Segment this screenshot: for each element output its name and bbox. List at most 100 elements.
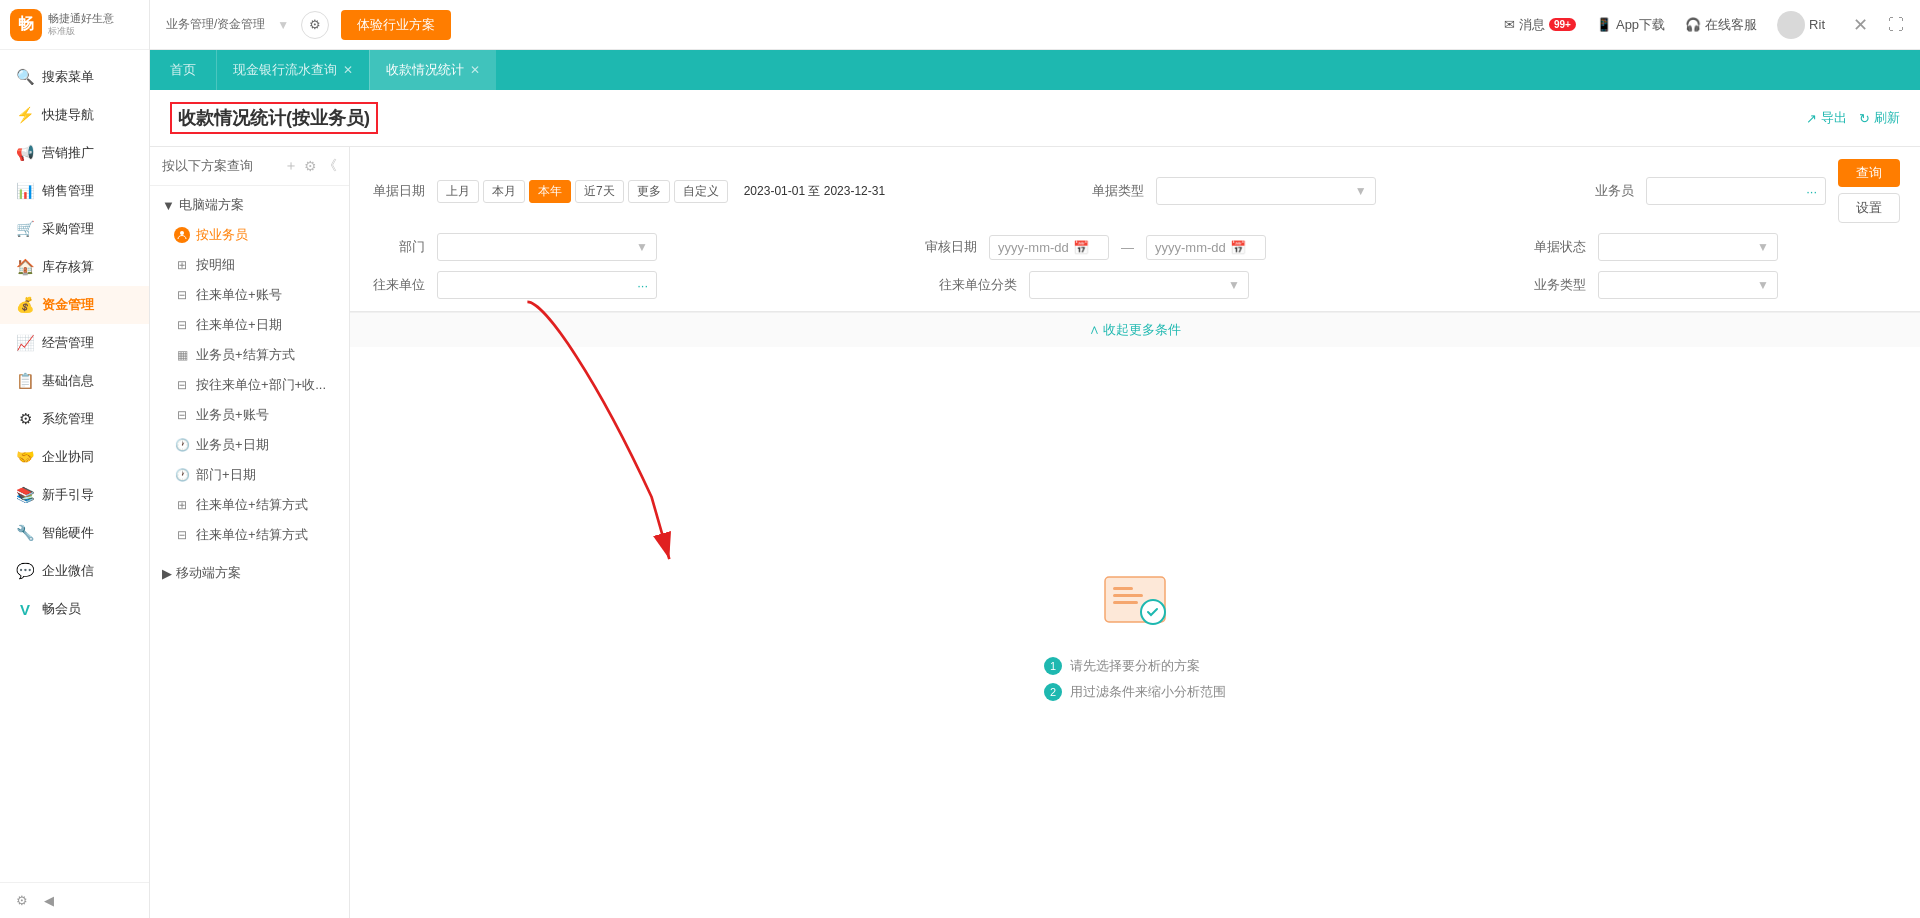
sidebar-item-member[interactable]: V 畅会员	[0, 590, 149, 628]
counterpart-date-icon: ⊟	[174, 317, 190, 333]
window-expand-button[interactable]: ⛶	[1888, 16, 1904, 34]
salesman-account-icon: ⊟	[174, 407, 190, 423]
salesman-settle-icon: ▦	[174, 347, 190, 363]
scheme-item-salesman-settle[interactable]: ▦ 业务员+结算方式	[150, 340, 349, 370]
sidebar-item-finance[interactable]: 💰 资金管理	[0, 286, 149, 324]
date-btn-last-month[interactable]: 上月	[437, 180, 479, 203]
sidebar-footer: ⚙ ◀	[0, 882, 149, 918]
trial-button[interactable]: 体验行业方案	[341, 10, 451, 40]
scheme-collapse-icon[interactable]: 《	[323, 157, 337, 175]
desktop-group-header[interactable]: ▼ 电脑端方案	[150, 190, 349, 220]
counterpart-dept-icon: ⊟	[174, 377, 190, 393]
sidebar-logo: 畅 畅捷通好生意 标准版	[0, 0, 149, 50]
biz-type-select[interactable]: ▼	[1598, 271, 1778, 299]
scheme-item-salesman-account[interactable]: ⊟ 业务员+账号	[150, 400, 349, 430]
sidebar-item-wechat[interactable]: 💬 企业微信	[0, 552, 149, 590]
counterpart-dots-icon: ···	[637, 278, 648, 293]
window-close-button[interactable]: ✕	[1853, 14, 1868, 36]
sidebar-item-sales[interactable]: 📊 销售管理	[0, 172, 149, 210]
audit-date-placeholder1: yyyy-mm-dd	[998, 240, 1069, 255]
tab-bank-flow[interactable]: 现金银行流水查询 ✕	[216, 50, 369, 90]
scheme-item-counterpart-settle1[interactable]: ⊞ 往来单位+结算方式	[150, 490, 349, 520]
scheme-item-counterpart-account[interactable]: ⊟ 往来单位+账号	[150, 280, 349, 310]
sidebar-item-basic-info[interactable]: 📋 基础信息	[0, 362, 149, 400]
bill-type-arrow-icon: ▼	[1355, 184, 1367, 198]
dept-arrow-icon: ▼	[636, 240, 648, 254]
export-button[interactable]: ↗ 导出	[1806, 109, 1847, 127]
empty-illustration	[1095, 557, 1175, 637]
query-button[interactable]: 查询	[1838, 159, 1900, 187]
user-avatar[interactable]: Rit	[1777, 11, 1825, 39]
sidebar-item-purchase[interactable]: 🛒 采购管理	[0, 210, 149, 248]
sidebar-item-system[interactable]: ⚙ 系统管理	[0, 400, 149, 438]
scheme-item-salesman[interactable]: 按业务员	[150, 220, 349, 250]
sidebar-settings-icon[interactable]: ⚙	[16, 893, 28, 908]
scheme-item-detail[interactable]: ⊞ 按明细	[150, 250, 349, 280]
add-scheme-icon[interactable]: ＋	[284, 157, 298, 175]
tab-collection-stats[interactable]: 收款情况统计 ✕	[369, 50, 496, 90]
filter-row-2: 部门 ▼ 审核日期 yyyy-mm-dd 📅 — y	[370, 233, 1900, 261]
salesman-label: 业务员	[1579, 182, 1634, 200]
dept-select[interactable]: ▼	[437, 233, 657, 261]
bill-type-label: 单据类型	[1089, 182, 1144, 200]
scheme-settings-icon[interactable]: ⚙	[304, 158, 317, 174]
refresh-button[interactable]: ↻ 刷新	[1859, 109, 1900, 127]
biz-type-arrow-icon: ▼	[1757, 278, 1769, 292]
left-panel: 按以下方案查询 ＋ ⚙ 《 ▼ 电脑端方案 按业务员	[150, 147, 350, 918]
marketing-icon: 📢	[16, 144, 34, 162]
bill-status-select[interactable]: ▼	[1598, 233, 1778, 261]
counterpart-select[interactable]: ···	[437, 271, 657, 299]
export-icon: ↗	[1806, 111, 1817, 126]
counterpart-category-select[interactable]: ▼	[1029, 271, 1249, 299]
page-header: 收款情况统计(按业务员) ↗ 导出 ↻ 刷新	[150, 90, 1920, 147]
sidebar-item-inventory[interactable]: 🏠 库存核算	[0, 248, 149, 286]
settings-button[interactable]: 设置	[1838, 193, 1900, 223]
app-download-button[interactable]: 📱 App下载	[1596, 16, 1665, 34]
sidebar-item-hardware[interactable]: 🔧 智能硬件	[0, 514, 149, 552]
audit-date-end-input[interactable]: yyyy-mm-dd 📅	[1146, 235, 1266, 260]
date-btn-7days[interactable]: 近7天	[575, 180, 624, 203]
date-btn-this-month[interactable]: 本月	[483, 180, 525, 203]
dept-label: 部门	[370, 238, 425, 256]
filter-row-3: 往来单位 ··· 往来单位分类 ▼ 业务类型	[370, 271, 1900, 299]
scheme-item-counterpart-settle2[interactable]: ⊟ 往来单位+结算方式	[150, 520, 349, 550]
messages-button[interactable]: ✉ 消息 99+	[1504, 16, 1576, 34]
counterpart-category-arrow-icon: ▼	[1228, 278, 1240, 292]
sidebar-item-search[interactable]: 🔍 搜索菜单	[0, 58, 149, 96]
sidebar-item-marketing[interactable]: 📢 营销推广	[0, 134, 149, 172]
counterpart-category-label: 往来单位分类	[939, 276, 1017, 294]
date-options: 上月 本月 本年 近7天 更多 自定义	[437, 180, 728, 203]
date-btn-this-year[interactable]: 本年	[529, 180, 571, 203]
system-icon: ⚙	[16, 410, 34, 428]
date-btn-more[interactable]: 更多	[628, 180, 670, 203]
main-content: 业务管理/资金管理 ▼ ⚙ 体验行业方案 ✉ 消息 99+ 📱 App下载 🎧 …	[150, 0, 1920, 918]
page-area: 收款情况统计(按业务员) ↗ 导出 ↻ 刷新 按以下方案查询 ＋ ⚙	[150, 90, 1920, 918]
sidebar-item-guide[interactable]: 📚 新手引导	[0, 476, 149, 514]
online-service-button[interactable]: 🎧 在线客服	[1685, 16, 1757, 34]
topbar-settings-icon[interactable]: ⚙	[301, 11, 329, 39]
tab-collection-stats-close-icon[interactable]: ✕	[470, 63, 480, 77]
mobile-group-header[interactable]: ▶ 移动端方案	[150, 558, 349, 588]
salesman-select[interactable]: ···	[1646, 177, 1826, 205]
audit-date-label: 审核日期	[922, 238, 977, 256]
sidebar-collapse-icon[interactable]: ◀	[44, 893, 54, 908]
audit-date-placeholder2: yyyy-mm-dd	[1155, 240, 1226, 255]
sidebar-item-quick-nav[interactable]: ⚡ 快捷导航	[0, 96, 149, 134]
sidebar-item-operations[interactable]: 📈 经营管理	[0, 324, 149, 362]
member-icon: V	[16, 601, 34, 618]
inventory-icon: 🏠	[16, 258, 34, 276]
scheme-item-dept-date[interactable]: 🕐 部门+日期	[150, 460, 349, 490]
messages-badge: 99+	[1549, 18, 1576, 31]
collapse-bar[interactable]: ∧ 收起更多条件	[350, 312, 1920, 347]
sidebar-item-enterprise[interactable]: 🤝 企业协同	[0, 438, 149, 476]
audit-date-start-input[interactable]: yyyy-mm-dd 📅	[989, 235, 1109, 260]
scheme-item-counterpart-dept[interactable]: ⊟ 按往来单位+部门+收...	[150, 370, 349, 400]
step-1-number: 1	[1044, 657, 1062, 675]
tab-home[interactable]: 首页	[150, 50, 216, 90]
scheme-item-salesman-date[interactable]: 🕐 业务员+日期	[150, 430, 349, 460]
scheme-item-counterpart-date[interactable]: ⊟ 往来单位+日期	[150, 310, 349, 340]
svg-rect-2	[1113, 587, 1133, 590]
tab-bank-flow-close-icon[interactable]: ✕	[343, 63, 353, 77]
date-btn-custom[interactable]: 自定义	[674, 180, 728, 203]
bill-type-select[interactable]: ▼	[1156, 177, 1376, 205]
